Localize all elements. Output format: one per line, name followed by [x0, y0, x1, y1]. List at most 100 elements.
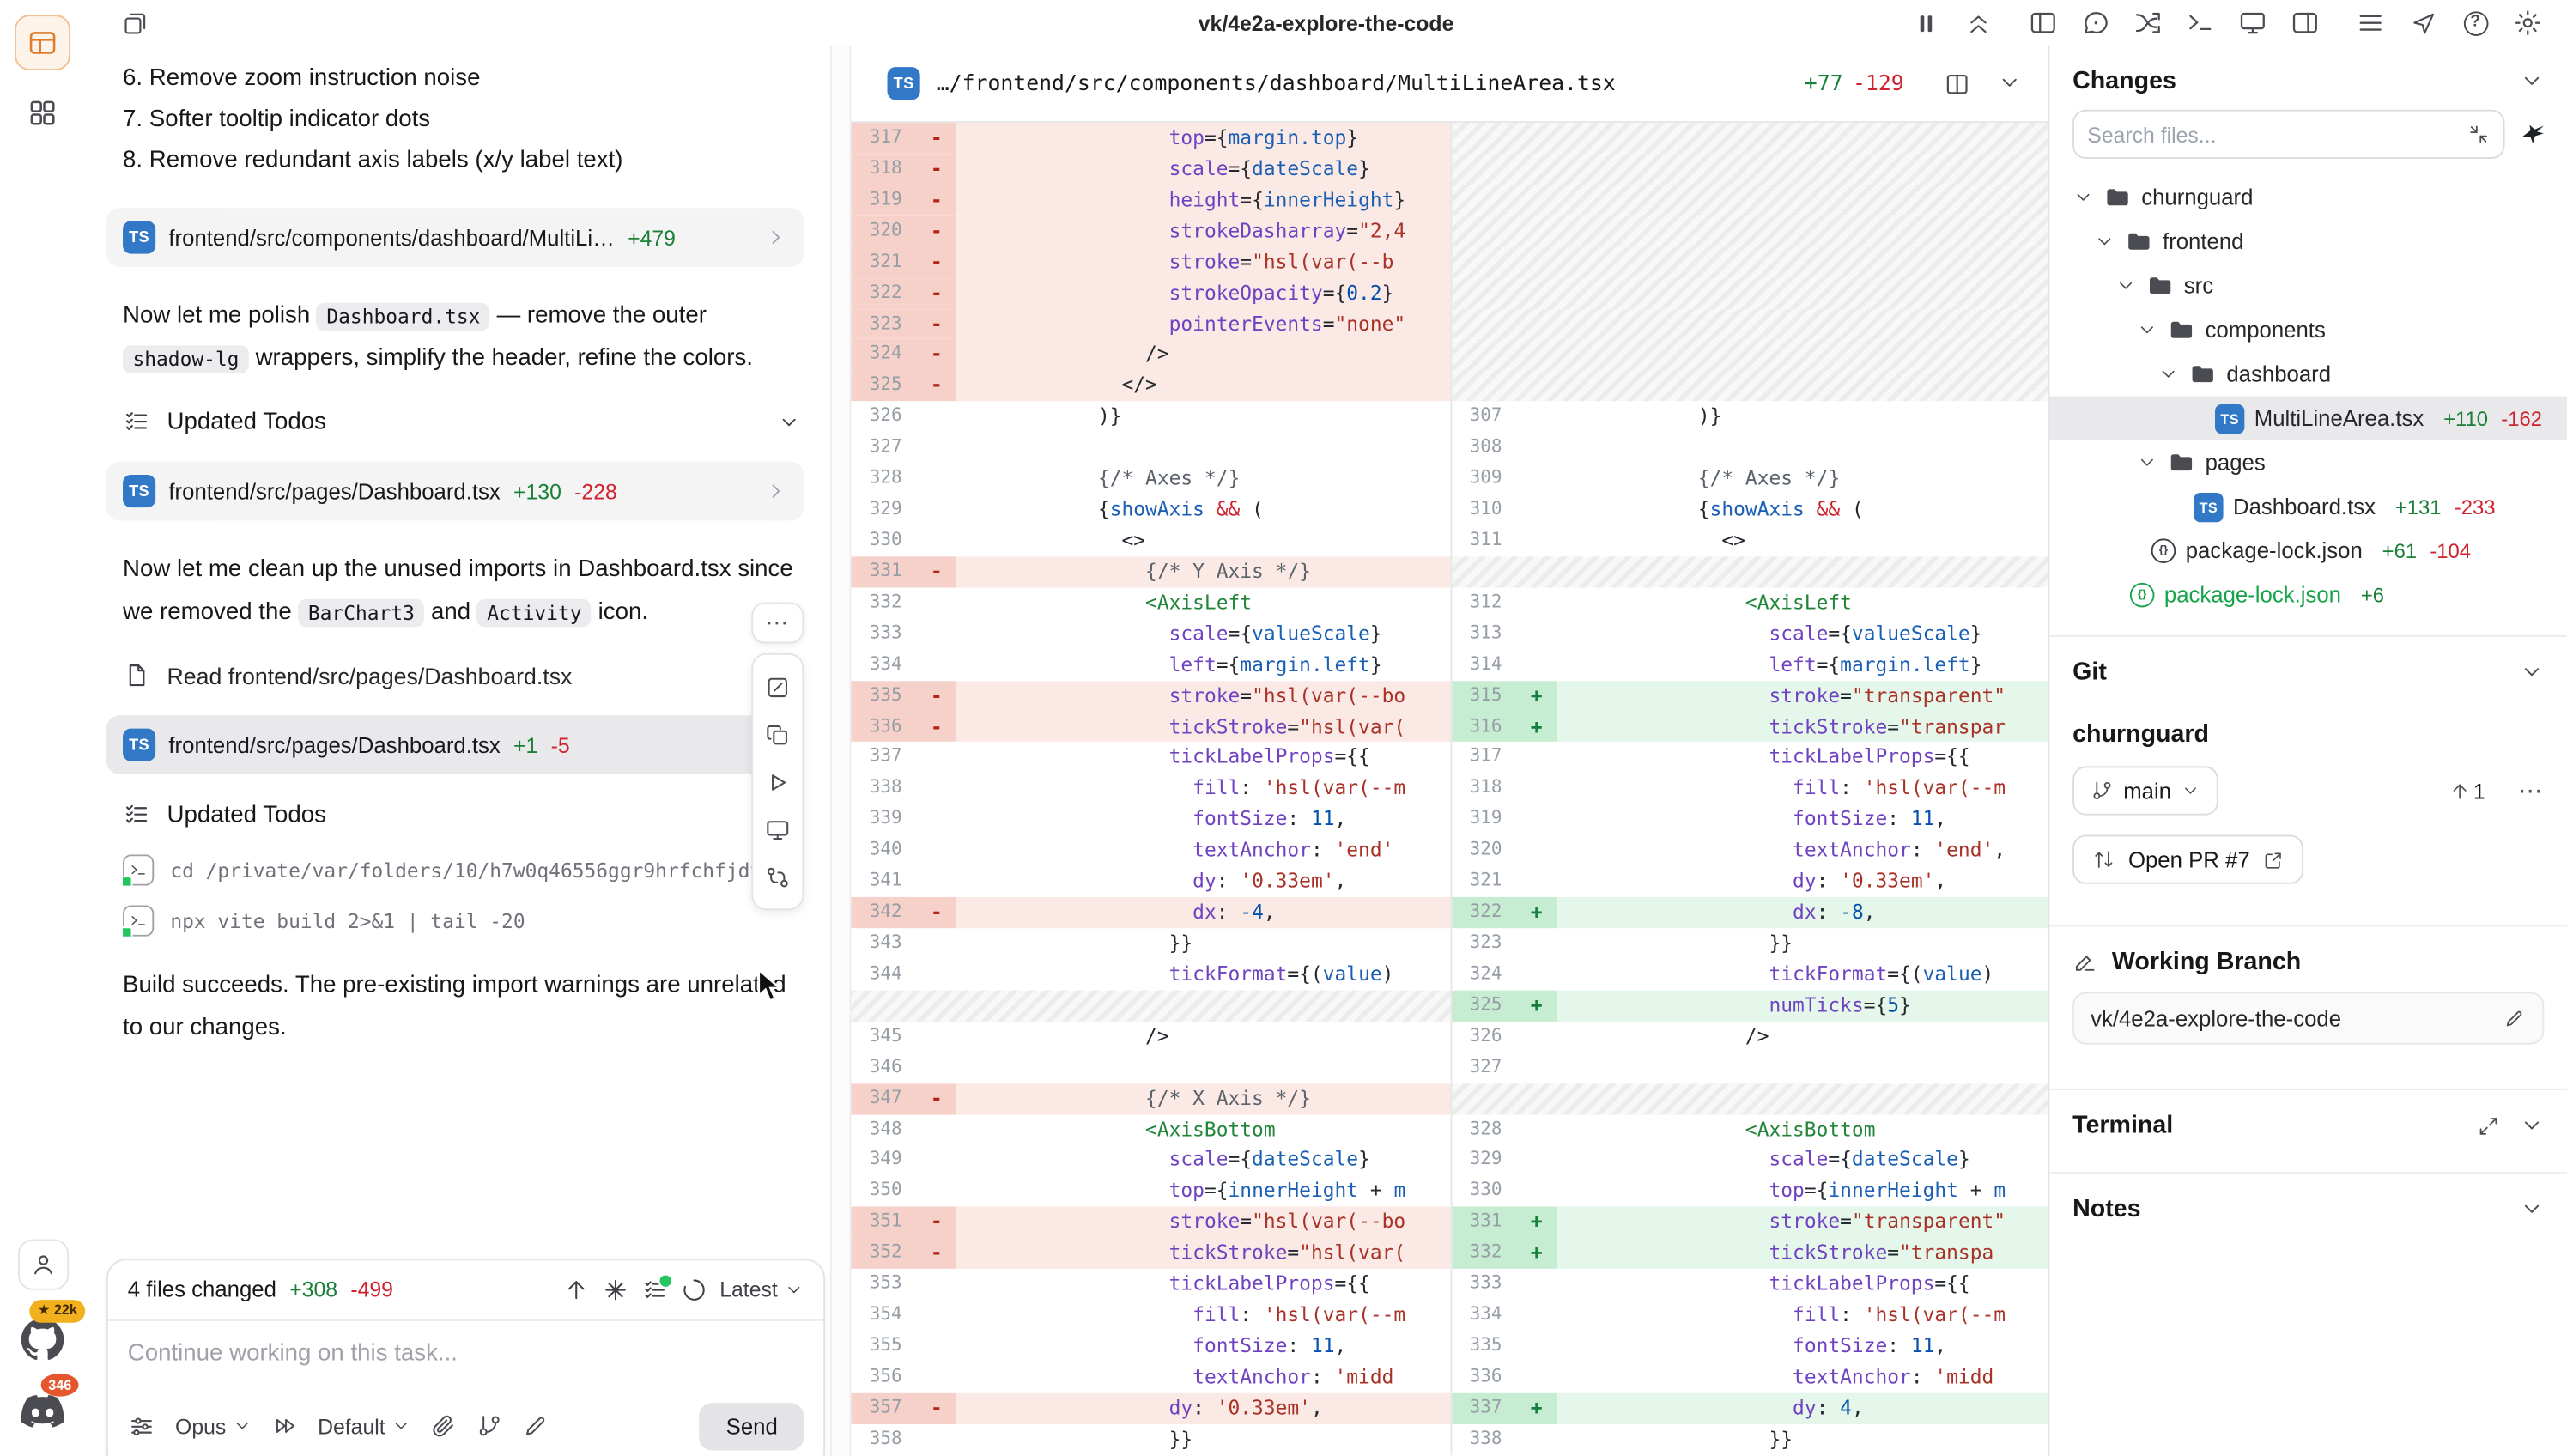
file-change-card[interactable]: TS frontend/src/components/dashboard/Mul… [106, 208, 804, 267]
open-preview-button[interactable] [755, 805, 800, 852]
commits-ahead: 1 [2449, 779, 2485, 804]
mode-label: Default [318, 1414, 385, 1439]
diff-line-new: 321 dy: '0.33em', [1450, 866, 2048, 897]
pen-icon[interactable] [523, 1413, 549, 1440]
collapse-panels-button[interactable] [1961, 7, 1994, 39]
pencil-icon[interactable] [2503, 1007, 2527, 1030]
discord-link[interactable]: 346 [20, 1387, 65, 1433]
list-item: 8. Remove redundant axis labels (x/y lab… [123, 141, 804, 182]
compare-button[interactable] [755, 852, 800, 900]
more-actions-button[interactable]: ⋯ [751, 603, 804, 644]
workspaces-button[interactable] [15, 85, 70, 141]
typescript-icon: TS [2215, 403, 2244, 433]
help-button[interactable]: ? [2459, 7, 2491, 39]
window-stack-button[interactable] [118, 7, 150, 39]
diff-line-new: 337+ dy: 4, [1450, 1392, 2048, 1423]
tree-file-row[interactable]: TSMultiLineArea.tsx+110-162 [2049, 396, 2567, 440]
terminal-command-row[interactable]: npx vite build 2>&1 | tail -20 [123, 906, 804, 937]
copy-button[interactable] [755, 711, 800, 758]
chat-button[interactable] [2079, 7, 2112, 39]
tree-folder-row[interactable]: pages [2049, 440, 2567, 484]
sparkle-icon[interactable] [602, 1276, 628, 1302]
share-button[interactable] [2406, 7, 2439, 39]
compare-branches-button[interactable] [2132, 7, 2164, 39]
tree-folder-row[interactable]: frontend [2049, 220, 2567, 264]
diff-panel: TS …/frontend/src/components/dashboard/M… [852, 46, 2048, 1456]
settings-button[interactable] [2511, 7, 2544, 39]
github-link[interactable]: ★ 22k [20, 1315, 65, 1361]
git-section-header[interactable]: Git [2049, 637, 2567, 701]
toggle-right-panel-button[interactable] [2289, 7, 2321, 39]
expand-icon[interactable] [2477, 1114, 2500, 1138]
arrow-up-icon[interactable] [562, 1276, 589, 1302]
paragraph-text: wrappers, simplify the header, refine th… [249, 345, 753, 372]
mode-selector[interactable]: Default [318, 1414, 411, 1439]
search-input[interactable] [2087, 122, 2457, 147]
read-file-label: Read frontend/src/pages/Dashboard.tsx [167, 662, 573, 689]
account-button[interactable] [17, 1239, 68, 1289]
terminal-command-row[interactable]: cd /private/var/folders/10/h7w0q46556ggr… [123, 854, 804, 885]
send-button[interactable]: Send [700, 1402, 804, 1449]
run-button[interactable] [755, 758, 800, 805]
file-change-card[interactable]: TS frontend/src/pages/Dashboard.tsx +1 -… [106, 715, 804, 774]
panel-resize-handle[interactable] [830, 46, 852, 1456]
todos-status-icon[interactable] [641, 1276, 668, 1302]
chevron-down-icon[interactable] [1997, 70, 2022, 94]
updated-todos-toggle[interactable]: Updated Todos [123, 408, 800, 435]
tree-file-row[interactable]: {}package-lock.json+6 [2049, 573, 2567, 616]
file-change-card[interactable]: TS frontend/src/pages/Dashboard.tsx +130… [106, 462, 804, 521]
chat-input[interactable] [128, 1340, 804, 1367]
tree-file-row[interactable]: {}package-lock.json+61-104 [2049, 529, 2567, 573]
terminal-section-header[interactable]: Terminal [2049, 1090, 2567, 1154]
paperclip-icon[interactable] [431, 1413, 458, 1440]
diff-line-new [1450, 154, 2048, 185]
navigate-icon [2409, 9, 2437, 36]
menu-button[interactable] [2354, 7, 2387, 39]
sliders-icon[interactable] [128, 1412, 155, 1440]
tree-folder-row[interactable]: components [2049, 307, 2567, 351]
model-selector[interactable]: Opus [175, 1414, 252, 1439]
tree-file-row[interactable]: TSDashboard.tsx+131-233 [2049, 484, 2567, 528]
gear-icon [2513, 9, 2542, 38]
split-view-icon[interactable] [1943, 70, 1970, 97]
git-branch-icon[interactable] [476, 1413, 503, 1440]
read-file-row[interactable]: Read frontend/src/pages/Dashboard.tsx [123, 661, 800, 689]
diff-line-old: 334 left={margin.left} [852, 649, 1450, 680]
fast-forward-icon[interactable] [272, 1413, 299, 1440]
toggle-left-panel-button[interactable] [2027, 7, 2060, 39]
changes-summary-bar[interactable]: 4 files changed +308 -499 Latest [108, 1259, 823, 1320]
edit-diff-button[interactable] [755, 663, 800, 710]
tree-folder-row[interactable]: churnguard [2049, 175, 2567, 219]
notes-section-header[interactable]: Notes [2049, 1174, 2567, 1237]
notes-title: Notes [2072, 1195, 2140, 1222]
command-text: cd /private/var/folders/10/h7w0q46556ggr… [170, 858, 797, 882]
bird-icon[interactable] [2518, 119, 2547, 149]
branch-selector[interactable]: main [2072, 766, 2218, 815]
diff-line-new [1450, 185, 2048, 215]
terminal-button[interactable] [2184, 7, 2217, 39]
diff-line-old: 328 {/* Axes */} [852, 464, 1450, 494]
diff-line-old: 338 fill: 'hsl(var(--m [852, 774, 1450, 804]
version-selector[interactable]: Latest [719, 1277, 804, 1301]
app-logo-button[interactable] [15, 15, 70, 70]
pause-button[interactable] [1909, 7, 1941, 39]
git-more-button[interactable]: ⋯ [2518, 776, 2545, 805]
collapse-tree-icon[interactable] [2467, 123, 2491, 146]
changes-section-header[interactable]: Changes [2049, 46, 2567, 109]
diff-line-new [1450, 1083, 2048, 1114]
working-branch-field[interactable]: vk/4e2a-explore-the-code [2072, 992, 2544, 1045]
diff-line-old: 317- top={margin.top} [852, 123, 1450, 154]
diff-line-new [1450, 246, 2048, 277]
json-icon: {} [2151, 538, 2176, 563]
working-branch-value: vk/4e2a-explore-the-code [2091, 1006, 2341, 1031]
tree-folder-row[interactable]: dashboard [2049, 352, 2567, 396]
display-button[interactable] [2236, 7, 2269, 39]
shuffle-icon [2133, 9, 2163, 38]
list-check-icon [123, 408, 150, 435]
tree-folder-row[interactable]: src [2049, 264, 2567, 307]
typescript-icon: TS [123, 475, 155, 507]
updated-todos-toggle[interactable]: Updated Todos [123, 800, 800, 828]
open-pr-button[interactable]: Open PR #7 [2072, 835, 2303, 884]
file-card-name: frontend/src/components/dashboard/MultiL… [168, 225, 614, 250]
diff-row: 325- </> [852, 371, 2048, 402]
